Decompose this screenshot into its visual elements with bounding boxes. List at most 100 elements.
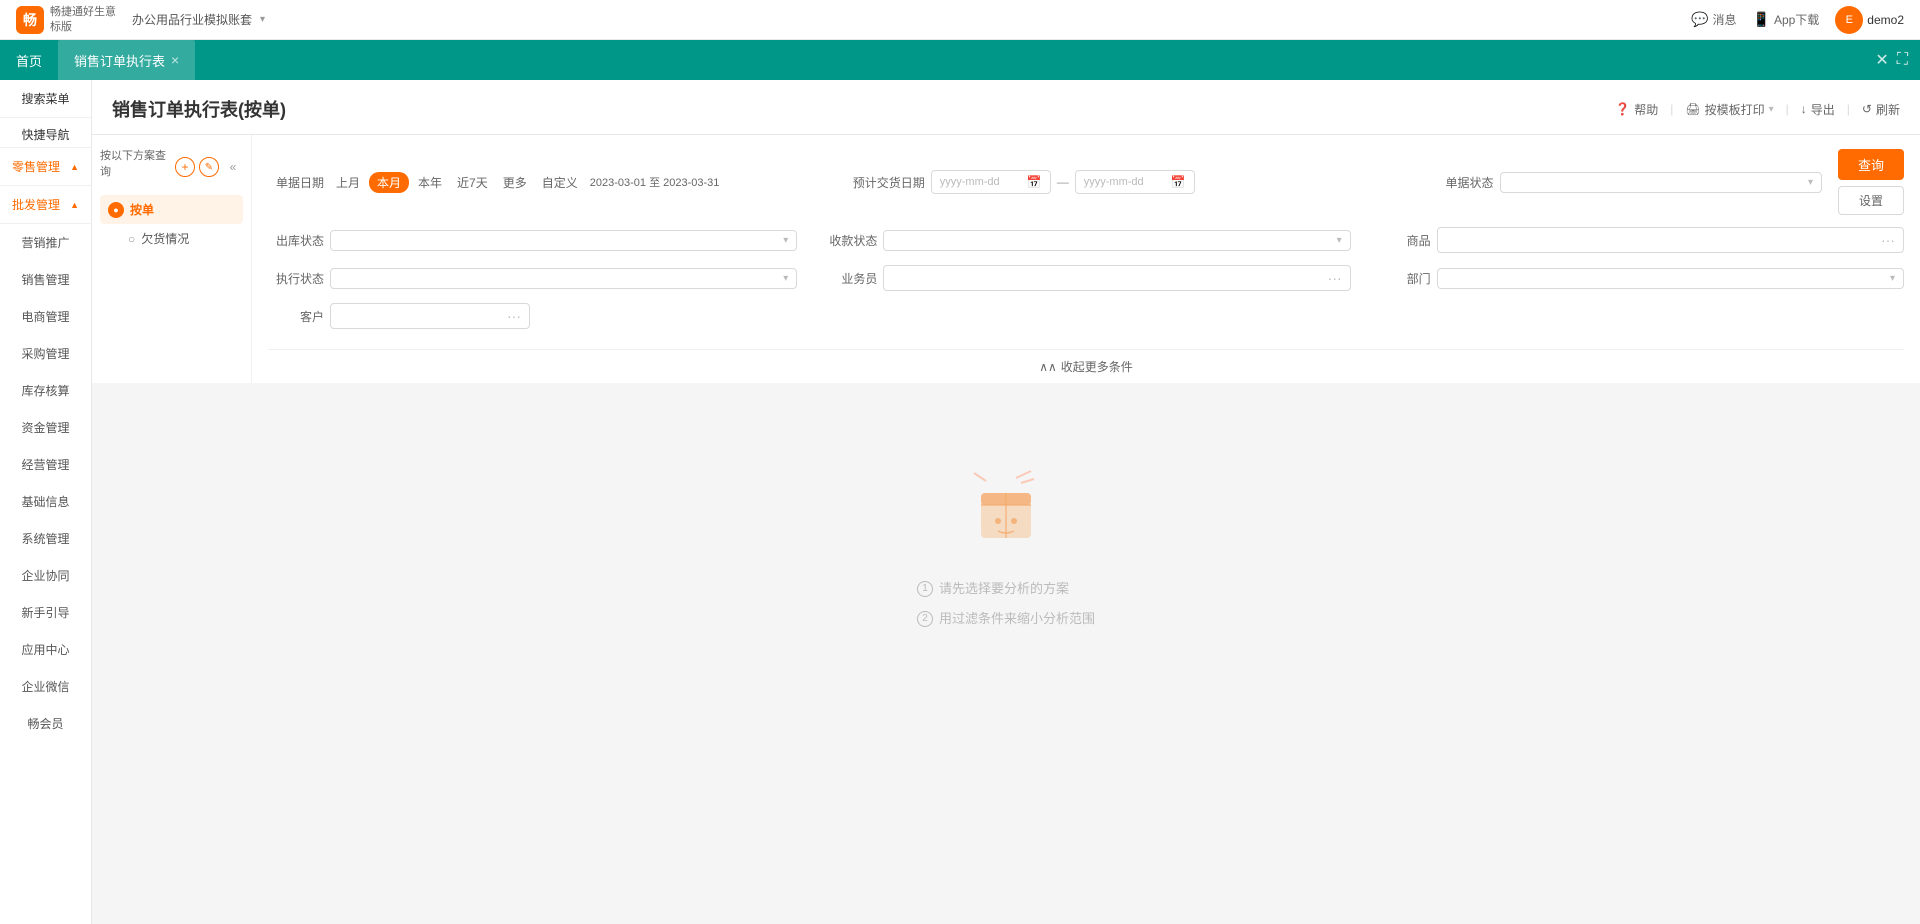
add-plan-button[interactable]: + xyxy=(175,157,195,177)
sidebar-item-purchase[interactable]: 采购管理 xyxy=(0,335,91,372)
filter-row-3: 执行状态 ▾ 业务员 ··· xyxy=(268,265,1904,291)
sidebar-item-finance[interactable]: 资金管理 xyxy=(0,409,91,446)
customer-more-icon[interactable]: ··· xyxy=(507,308,521,324)
export-button[interactable]: ↓ 导出 xyxy=(1801,101,1835,118)
filter-panel: 按以下方案查询 + ✎ « ● 按单 xyxy=(92,135,1920,383)
sidebar: 搜索菜单 快捷导航 零售管理 ▲ 批发管理 ▲ 营销推广 销售管理 电商管理 xyxy=(0,80,92,924)
logo-icon: 畅 xyxy=(16,6,44,34)
print-button[interactable]: 🖨 按模板打印 ▾ xyxy=(1685,101,1773,118)
logo-text: 畅捷通好生意 标版 xyxy=(50,5,116,34)
collapse-bar[interactable]: ∧∧ 收起更多条件 xyxy=(268,349,1904,383)
payment-arrow-icon: ▾ xyxy=(1337,235,1342,246)
wholesale-arrow-icon: ▲ xyxy=(70,200,79,210)
dept-arrow-icon: ▾ xyxy=(1890,273,1895,284)
filter-row-1: 单据日期 上月 本月 本年 近7天 更多 自定义 2023-03-01 至 20… xyxy=(268,149,1904,215)
plan-item-shortage[interactable]: ○ 欠货情况 xyxy=(100,224,243,253)
date-btn-this-month[interactable]: 本月 xyxy=(369,172,409,193)
tab-sales-order[interactable]: 销售订单执行表 × xyxy=(58,40,195,80)
sidebar-item-inventory[interactable]: 库存核算 xyxy=(0,372,91,409)
filter-sidebar-title: 按以下方案查询 xyxy=(100,147,175,179)
status-select[interactable]: ▾ xyxy=(1500,172,1823,193)
out-status-arrow-icon: ▾ xyxy=(783,235,788,246)
date-btn-custom[interactable]: 自定义 xyxy=(536,172,584,193)
sidebar-item-operations[interactable]: 经营管理 xyxy=(0,446,91,483)
query-button[interactable]: 查询 xyxy=(1838,149,1904,180)
cal-icon-end: 📅 xyxy=(1171,175,1186,189)
exec-arrow-icon: ▾ xyxy=(783,273,788,284)
message-button[interactable]: 💬 消息 xyxy=(1691,11,1736,28)
date-btn-more[interactable]: 更多 xyxy=(497,172,533,193)
sidebar-item-retail[interactable]: 零售管理 ▲ xyxy=(0,148,91,185)
shortage-icon: ○ xyxy=(128,232,135,246)
page-title: 销售订单执行表(按单) xyxy=(112,96,286,122)
date-btn-last-month[interactable]: 上月 xyxy=(330,172,366,193)
exec-status-select[interactable]: ▾ xyxy=(330,268,797,289)
sidebar-search[interactable]: 搜索菜单 xyxy=(0,80,91,118)
sidebar-item-marketing[interactable]: 营销推广 xyxy=(0,224,91,261)
help-button[interactable]: ❓ 帮助 xyxy=(1615,101,1658,118)
page-actions: ❓ 帮助 | 🖨 按模板打印 ▾ | ↓ 导出 | ↺ 刷新 xyxy=(1615,101,1900,118)
tab-close-window-icon[interactable]: ✕ xyxy=(1875,50,1888,70)
date-btn-this-year[interactable]: 本年 xyxy=(412,172,448,193)
goods-more-icon[interactable]: ··· xyxy=(1881,232,1895,248)
hint-item-2: 2 用过滤条件来缩小分析范围 xyxy=(917,606,1095,632)
sales-rep-input[interactable]: ··· xyxy=(883,265,1350,291)
expected-date-label: 预计交货日期 xyxy=(853,174,925,191)
print-dropdown-icon[interactable]: ▾ xyxy=(1769,104,1774,115)
export-icon: ↓ xyxy=(1801,102,1807,116)
plan-item-by-order[interactable]: ● 按单 xyxy=(100,195,243,224)
dept-select[interactable]: ▾ xyxy=(1437,268,1904,289)
retail-arrow-icon: ▲ xyxy=(70,162,79,172)
filter-inner: 按以下方案查询 + ✎ « ● 按单 xyxy=(92,135,1920,383)
goods-label: 商品 xyxy=(1375,232,1431,249)
expected-date-start[interactable]: yyyy-mm-dd 📅 xyxy=(931,170,1051,194)
collapse-plan-button[interactable]: « xyxy=(223,157,243,177)
top-bar: 畅 畅捷通好生意 标版 办公用品行业模拟账套 ▾ 💬 消息 📱 App下载 E … xyxy=(0,0,1920,40)
refresh-button[interactable]: ↺ 刷新 xyxy=(1862,101,1900,118)
help-icon: ❓ xyxy=(1615,102,1630,116)
tab-home[interactable]: 首页 xyxy=(0,40,58,80)
edit-plan-button[interactable]: ✎ xyxy=(199,157,219,177)
exec-status-label: 执行状态 xyxy=(268,270,324,287)
collapse-button[interactable]: ∧∧ 收起更多条件 xyxy=(276,358,1896,375)
user-name: demo2 xyxy=(1867,13,1904,27)
tab-bar: 首页 销售订单执行表 × ✕ ⛶ xyxy=(0,40,1920,80)
tab-bar-right: ✕ ⛶ xyxy=(1875,50,1920,70)
payment-status-select[interactable]: ▾ xyxy=(883,230,1350,251)
settings-button[interactable]: 设置 xyxy=(1838,186,1904,215)
sidebar-item-wechat[interactable]: 企业微信 xyxy=(0,668,91,705)
top-bar-left: 畅 畅捷通好生意 标版 办公用品行业模拟账套 ▾ xyxy=(16,5,265,34)
date-btn-7days[interactable]: 近7天 xyxy=(451,172,494,193)
page-header: 销售订单执行表(按单) ❓ 帮助 | 🖨 按模板打印 ▾ | ↓ 导出 | xyxy=(92,80,1920,135)
sidebar-item-basic-info[interactable]: 基础信息 xyxy=(0,483,91,520)
sidebar-item-wholesale[interactable]: 批发管理 ▲ xyxy=(0,186,91,223)
sidebar-item-app-center[interactable]: 应用中心 xyxy=(0,631,91,668)
sidebar-item-enterprise[interactable]: 企业协同 xyxy=(0,557,91,594)
status-label: 单据状态 xyxy=(1438,174,1494,191)
sidebar-item-sales[interactable]: 销售管理 xyxy=(0,261,91,298)
sidebar-item-system[interactable]: 系统管理 xyxy=(0,520,91,557)
sidebar-search-label[interactable]: 搜索菜单 xyxy=(8,90,83,107)
sidebar-item-newbie[interactable]: 新手引导 xyxy=(0,594,91,631)
sidebar-item-members[interactable]: 畅会员 xyxy=(0,705,91,742)
out-status-select[interactable]: ▾ xyxy=(330,230,797,251)
main-layout: 搜索菜单 快捷导航 零售管理 ▲ 批发管理 ▲ 营销推广 销售管理 电商管理 xyxy=(0,80,1920,924)
sidebar-item-ecommerce[interactable]: 电商管理 xyxy=(0,298,91,335)
expected-date-end[interactable]: yyyy-mm-dd 📅 xyxy=(1075,170,1195,194)
user-area[interactable]: E demo2 xyxy=(1835,6,1904,34)
app-download-button[interactable]: 📱 App下载 xyxy=(1753,11,1820,28)
sales-rep-more-icon[interactable]: ··· xyxy=(1328,270,1342,286)
empty-state: 1 请先选择要分析的方案 2 用过滤条件来缩小分析范围 xyxy=(92,383,1920,712)
filter-form: 单据日期 上月 本月 本年 近7天 更多 自定义 2023-03-01 至 20… xyxy=(252,135,1920,383)
tab-expand-icon[interactable]: ⛶ xyxy=(1897,51,1908,69)
app-title-arrow[interactable]: ▾ xyxy=(260,14,265,25)
app-title: 办公用品行业模拟账套 xyxy=(132,11,252,28)
filter-row-2: 出库状态 ▾ 收款状态 ▾ xyxy=(268,227,1904,253)
filter-row-4: 客户 ··· xyxy=(268,303,1904,337)
sidebar-quick-nav[interactable]: 快捷导航 xyxy=(0,118,91,148)
tab-close-icon[interactable]: × xyxy=(171,52,179,68)
filter-sidebar: 按以下方案查询 + ✎ « ● 按单 xyxy=(92,135,252,383)
goods-input[interactable]: ··· xyxy=(1437,227,1904,253)
customer-input[interactable]: ··· xyxy=(330,303,530,329)
hint-item-1: 1 请先选择要分析的方案 xyxy=(917,576,1095,602)
